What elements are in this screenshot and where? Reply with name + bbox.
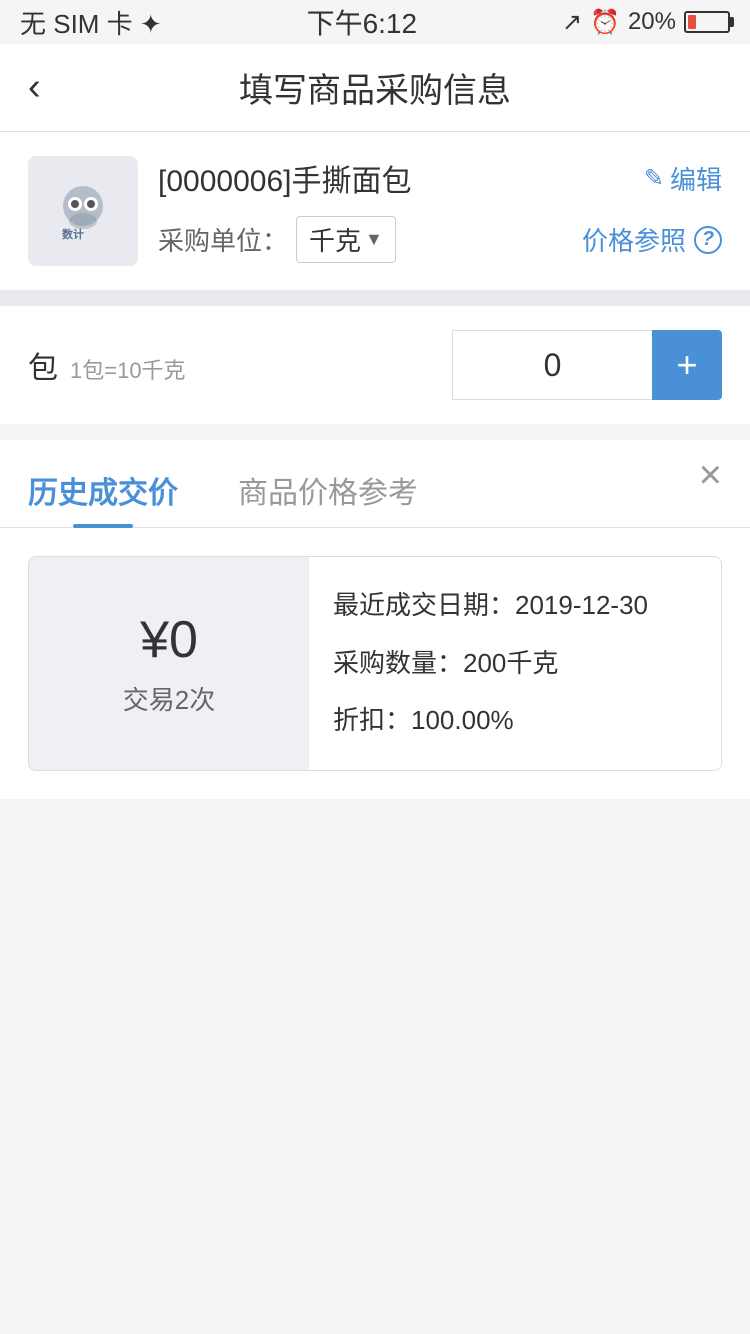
battery-pct: 20% — [628, 8, 676, 36]
quantity-input-wrap: + — [452, 330, 722, 400]
price-ref-icon: ? — [694, 226, 722, 254]
tab-close-button[interactable]: × — [699, 453, 722, 514]
product-image-icon: 数计 — [48, 176, 118, 246]
product-thumbnail: 数计 — [28, 156, 138, 266]
discount-label: 折扣： — [333, 705, 411, 735]
history-qty: 采购数量：200千克 — [333, 643, 697, 685]
unit-arrow-icon: ▼ — [365, 229, 383, 250]
price-ref-label: 价格参照 — [582, 221, 686, 258]
location-icon: ↗ — [562, 8, 582, 37]
history-price-value: ¥0 — [140, 610, 198, 670]
tabs-section: 历史成交价 商品价格参考 × ¥0 交易2次 最近成交日期：2019-12-30… — [0, 440, 750, 799]
date-value: 2019-12-30 — [515, 590, 648, 620]
unit-value: 千克 — [309, 221, 361, 258]
quantity-equiv: 1包=10千克 — [70, 353, 186, 385]
edit-label: 编辑 — [670, 160, 722, 197]
status-left: 无 SIM 卡 ✦ — [20, 4, 162, 41]
back-button[interactable]: ‹ — [28, 66, 41, 109]
tabs-header: 历史成交价 商品价格参考 × — [0, 440, 750, 528]
clock-icon: ⏰ — [590, 8, 620, 37]
battery-icon — [684, 11, 730, 33]
price-ref-button[interactable]: 价格参照 ? — [582, 221, 722, 258]
history-detail-panel: 最近成交日期：2019-12-30 采购数量：200千克 折扣：100.00% — [309, 557, 721, 770]
tab-history-price[interactable]: 历史成交价 — [28, 440, 178, 528]
qty-label: 采购数量： — [333, 648, 463, 678]
qty-value: 200千克 — [463, 648, 558, 678]
status-right: ↗ ⏰ 20% — [562, 8, 730, 37]
history-trades-count: 交易2次 — [123, 680, 215, 717]
status-time: 下午6:12 — [307, 2, 418, 42]
quantity-unit: 包 — [28, 343, 58, 387]
svg-text:数计: 数计 — [62, 227, 84, 241]
product-row: 数计 [0000006]手撕面包 ✎ 编辑 采购单位： 千克 ▼ — [28, 156, 722, 266]
history-price-panel: ¥0 交易2次 — [29, 557, 309, 770]
quantity-row: 包 1包=10千克 + — [0, 306, 750, 424]
unit-prefix: 采购单位： — [158, 221, 288, 258]
discount-value: 100.00% — [411, 705, 514, 735]
history-discount: 折扣：100.00% — [333, 700, 697, 742]
date-label: 最近成交日期： — [333, 590, 515, 620]
product-unit-row: 采购单位： 千克 ▼ 价格参照 ? — [158, 216, 722, 263]
product-name: [0000006]手撕面包 — [158, 156, 411, 200]
section-divider — [0, 290, 750, 306]
unit-select[interactable]: 千克 ▼ — [296, 216, 396, 263]
product-title-row: [0000006]手撕面包 ✎ 编辑 — [158, 156, 722, 200]
nav-bar: ‹ 填写商品采购信息 — [0, 44, 750, 132]
status-bar: 无 SIM 卡 ✦ 下午6:12 ↗ ⏰ 20% — [0, 0, 750, 44]
product-section: 数计 [0000006]手撕面包 ✎ 编辑 采购单位： 千克 ▼ — [0, 132, 750, 290]
product-info: [0000006]手撕面包 ✎ 编辑 采购单位： 千克 ▼ 价格参照 ? — [158, 156, 722, 263]
history-content: ¥0 交易2次 最近成交日期：2019-12-30 采购数量：200千克 折扣：… — [0, 528, 750, 799]
sim-label: 无 SIM 卡 ✦ — [20, 4, 162, 41]
page-title: 填写商品采购信息 — [239, 63, 511, 112]
edit-button[interactable]: ✎ 编辑 — [644, 160, 722, 197]
history-card: ¥0 交易2次 最近成交日期：2019-12-30 采购数量：200千克 折扣：… — [28, 556, 722, 771]
quantity-input[interactable] — [452, 330, 652, 400]
edit-icon: ✎ — [644, 164, 664, 193]
tab-product-price-ref[interactable]: 商品价格参考 — [238, 440, 418, 528]
quantity-label: 包 1包=10千克 — [28, 343, 186, 387]
quantity-plus-button[interactable]: + — [652, 330, 722, 400]
history-date: 最近成交日期：2019-12-30 — [333, 585, 697, 627]
tabs-list: 历史成交价 商品价格参考 — [28, 440, 418, 528]
